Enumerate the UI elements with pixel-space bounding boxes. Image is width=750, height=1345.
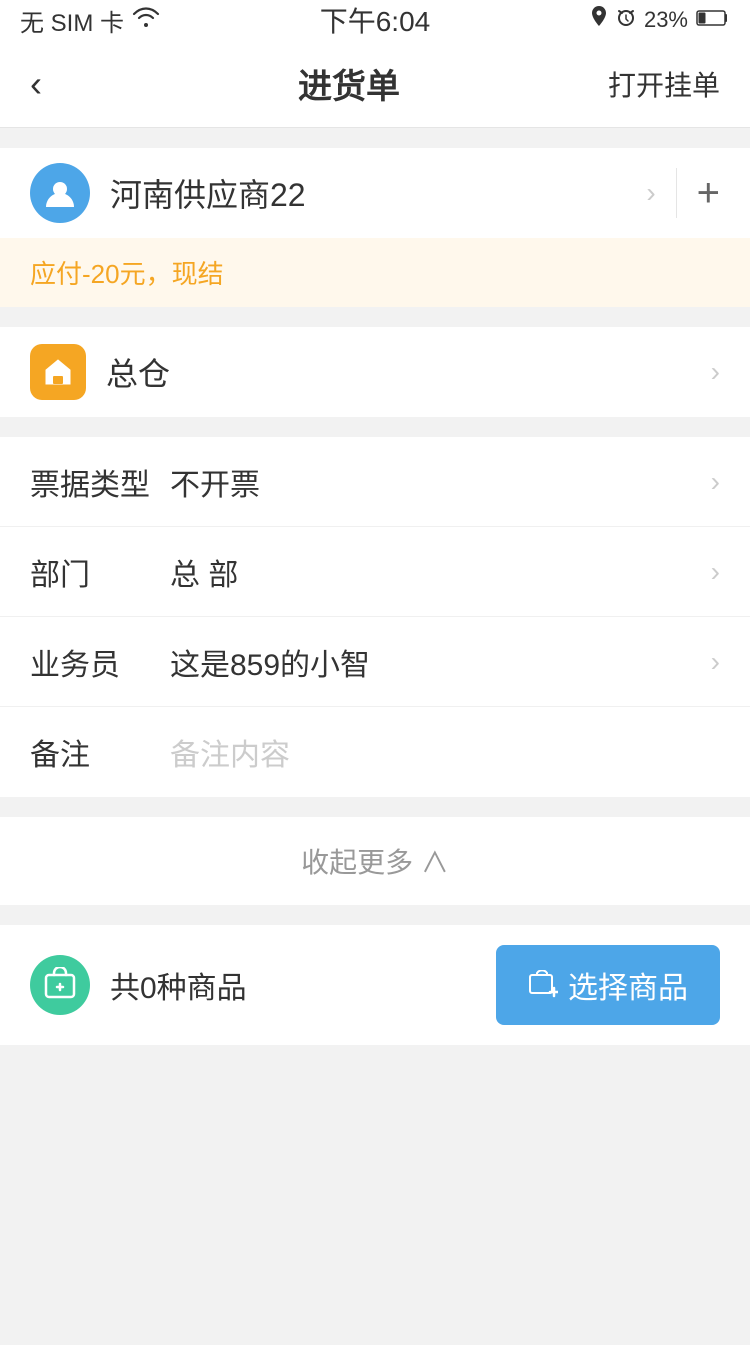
department-label: 部门 <box>30 550 170 594</box>
remark-label: 备注 <box>30 730 170 774</box>
nav-bar: ‹ 进货单 打开挂单 <box>0 40 750 128</box>
location-icon <box>590 6 608 34</box>
form-section: 票据类型 不开票 › 部门 总 部 › 业务员 这是859的小智 › 备注 备注… <box>0 437 750 797</box>
select-product-button[interactable]: 选择商品 <box>496 945 720 1025</box>
back-button[interactable]: ‹ <box>30 63 90 105</box>
status-bar: 无 SIM 卡 下午6:04 23% <box>0 0 750 40</box>
supplier-row[interactable]: 河南供应商22 › + <box>0 148 750 238</box>
invoice-type-value: 不开票 <box>170 460 711 504</box>
battery-percent: 23% <box>644 7 688 33</box>
battery-icon <box>696 7 730 33</box>
remark-row[interactable]: 备注 备注内容 <box>0 707 750 797</box>
select-product-label: 选择商品 <box>568 963 688 1007</box>
supplier-add-button[interactable]: + <box>697 171 720 216</box>
salesperson-value: 这是859的小智 <box>170 640 711 684</box>
notice-bar: 应付-20元，现结 <box>0 238 750 307</box>
status-left: 无 SIM 卡 <box>20 3 160 38</box>
supplier-name: 河南供应商22 <box>110 170 646 216</box>
collapse-bar[interactable]: 收起更多 ∧ <box>0 817 750 905</box>
warehouse-chevron-icon: › <box>711 356 720 388</box>
warehouse-row[interactable]: 总仓 › <box>0 327 750 417</box>
page-background <box>0 1045 750 1345</box>
carrier-label: 无 SIM 卡 <box>20 3 124 38</box>
remark-placeholder[interactable]: 备注内容 <box>170 730 720 774</box>
supplier-avatar <box>30 163 90 223</box>
department-row[interactable]: 部门 总 部 › <box>0 527 750 617</box>
warehouse-name: 总仓 <box>106 349 711 395</box>
supplier-chevron-icon: › <box>646 177 655 209</box>
section-gap-1 <box>0 128 750 148</box>
product-icon <box>30 955 90 1015</box>
salesperson-chevron-icon: › <box>711 646 720 678</box>
department-chevron-icon: › <box>711 556 720 588</box>
wifi-icon <box>132 6 160 34</box>
invoice-type-chevron-icon: › <box>711 466 720 498</box>
invoice-type-row[interactable]: 票据类型 不开票 › <box>0 437 750 527</box>
notice-text: 应付-20元，现结 <box>30 259 224 289</box>
salesperson-label: 业务员 <box>30 640 170 684</box>
open-pending-button[interactable]: 打开挂单 <box>608 64 720 104</box>
status-right: 23% <box>590 6 730 34</box>
page-title: 进货单 <box>298 59 400 108</box>
status-time: 下午6:04 <box>320 0 431 40</box>
collapse-label: 收起更多 ∧ <box>301 847 449 878</box>
product-count: 共0种商品 <box>110 963 496 1007</box>
invoice-type-label: 票据类型 <box>30 460 170 504</box>
product-bar: 共0种商品 选择商品 <box>0 925 750 1045</box>
warehouse-icon <box>30 344 86 400</box>
salesperson-row[interactable]: 业务员 这是859的小智 › <box>0 617 750 707</box>
supplier-divider <box>676 168 677 218</box>
alarm-icon <box>616 7 636 33</box>
supplier-section: 河南供应商22 › + 应付-20元，现结 <box>0 148 750 307</box>
department-value: 总 部 <box>170 550 711 594</box>
